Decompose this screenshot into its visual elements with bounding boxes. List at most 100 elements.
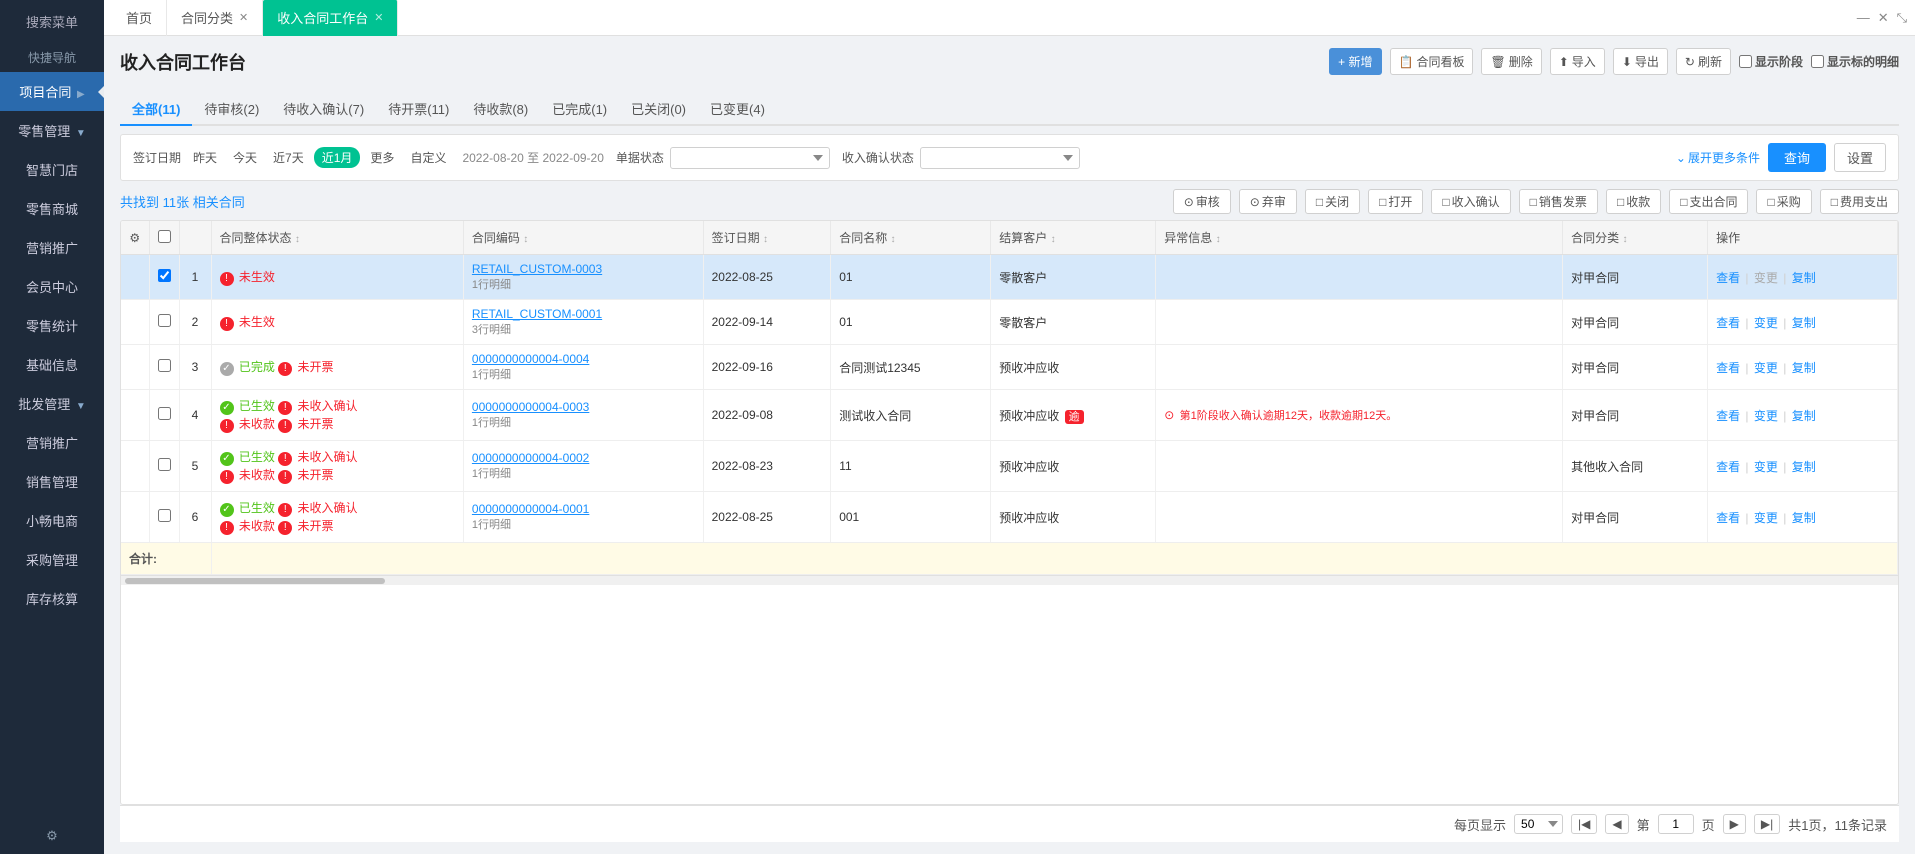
show-detail-input[interactable]	[1811, 55, 1824, 68]
cell-checkbox[interactable]	[149, 300, 179, 345]
col-exception[interactable]: 异常信息 ↕	[1156, 221, 1563, 255]
sidebar-item-purchase[interactable]: 采购管理	[0, 540, 104, 579]
sidebar-item-marketing2[interactable]: 营销推广	[0, 423, 104, 462]
col-settings[interactable]: ⚙	[121, 221, 149, 255]
row-checkbox[interactable]	[158, 458, 171, 471]
abandon-review-button[interactable]: ⊙ 弃审	[1239, 189, 1297, 214]
purchase-button[interactable]: □ 采购	[1756, 189, 1811, 214]
expense-out-button[interactable]: □ 费用支出	[1820, 189, 1899, 214]
expand-conditions-btn[interactable]: ⌄ 展开更多条件	[1676, 149, 1760, 166]
filter-tab-pending-confirm[interactable]: 待收入确认(7)	[271, 93, 376, 126]
window-expand-icon[interactable]: ⤡	[1897, 10, 1907, 26]
show-fields-input[interactable]	[1739, 55, 1752, 68]
copy-btn[interactable]: 复制	[1792, 271, 1816, 285]
settings-button[interactable]: 设置	[1834, 143, 1886, 172]
export-button[interactable]: ⬇ 导出	[1613, 48, 1668, 75]
filter-tab-all[interactable]: 全部(11)	[120, 93, 192, 126]
filter-tab-changed[interactable]: 已变更(4)	[698, 93, 777, 126]
copy-btn[interactable]: 复制	[1792, 316, 1816, 330]
change-btn[interactable]: 变更	[1754, 316, 1778, 330]
row-checkbox[interactable]	[158, 269, 171, 282]
sidebar-item-basic-info[interactable]: 基础信息	[0, 345, 104, 384]
contract-code-link[interactable]: 0000000000004-0001	[472, 502, 695, 516]
sidebar-item-marketing[interactable]: 营销推广	[0, 228, 104, 267]
cell-checkbox[interactable]	[149, 255, 179, 300]
open-button[interactable]: □ 打开	[1368, 189, 1423, 214]
col-name[interactable]: 合同名称 ↕	[831, 221, 991, 255]
date-btn-1month[interactable]: 近1月	[314, 147, 361, 168]
prev-page-btn[interactable]: ◀	[1605, 814, 1628, 834]
tab-home[interactable]: 首页	[112, 0, 167, 36]
page-number-input[interactable]	[1658, 814, 1694, 834]
next-page-btn[interactable]: ▶	[1723, 814, 1746, 834]
date-btn-yesterday[interactable]: 昨天	[187, 147, 223, 168]
sales-invoice-button[interactable]: □ 销售发票	[1519, 189, 1598, 214]
date-btn-custom[interactable]: 自定义	[404, 147, 452, 168]
date-btn-more[interactable]: 更多	[364, 147, 400, 168]
row-checkbox[interactable]	[158, 359, 171, 372]
copy-btn[interactable]: 复制	[1792, 460, 1816, 474]
query-button[interactable]: 查询	[1768, 143, 1826, 172]
filter-tab-completed[interactable]: 已完成(1)	[540, 93, 619, 126]
row-checkbox[interactable]	[158, 509, 171, 522]
close-icon[interactable]: ✕	[374, 11, 383, 24]
contract-code-link[interactable]: 0000000000004-0002	[472, 451, 695, 465]
view-btn[interactable]: 查看	[1716, 316, 1740, 330]
sidebar-item-ecommerce[interactable]: 小畅电商	[0, 501, 104, 540]
sidebar-item-retail-mgmt[interactable]: 零售管理 ▼	[0, 111, 104, 150]
first-page-btn[interactable]: |◀	[1571, 814, 1597, 834]
tab-income-workbench[interactable]: 收入合同工作台 ✕	[263, 0, 398, 36]
cell-checkbox[interactable]	[149, 345, 179, 390]
col-customer[interactable]: 结算客户 ↕	[991, 221, 1156, 255]
sidebar-item-wholesale[interactable]: 批发管理 ▼	[0, 384, 104, 423]
import-button[interactable]: ⬆ 导入	[1550, 48, 1605, 75]
copy-btn[interactable]: 复制	[1792, 409, 1816, 423]
filter-tab-closed[interactable]: 已关闭(0)	[619, 93, 698, 126]
window-close-icon[interactable]: ✕	[1878, 10, 1889, 26]
sidebar-search[interactable]: 搜索菜单	[0, 0, 104, 43]
col-checkbox[interactable]	[149, 221, 179, 255]
date-btn-today[interactable]: 今天	[227, 147, 263, 168]
change-btn[interactable]: 变更	[1754, 511, 1778, 525]
sidebar-item-inventory[interactable]: 库存核算	[0, 579, 104, 618]
review-button[interactable]: ⊙ 审核	[1173, 189, 1231, 214]
cell-checkbox[interactable]	[149, 492, 179, 543]
view-btn[interactable]: 查看	[1716, 271, 1740, 285]
col-status[interactable]: 合同整体状态 ↕	[211, 221, 463, 255]
scrollbar-thumb[interactable]	[125, 578, 385, 584]
income-confirm-button[interactable]: □ 收入确认	[1431, 189, 1510, 214]
contract-code-link[interactable]: 0000000000004-0003	[472, 400, 695, 414]
view-btn[interactable]: 查看	[1716, 511, 1740, 525]
change-btn[interactable]: 变更	[1754, 460, 1778, 474]
view-btn[interactable]: 查看	[1716, 460, 1740, 474]
row-checkbox[interactable]	[158, 314, 171, 327]
sidebar-item-member[interactable]: 会员中心	[0, 267, 104, 306]
view-btn[interactable]: 查看	[1716, 409, 1740, 423]
payment-button[interactable]: □ 收款	[1606, 189, 1661, 214]
show-detail-checkbox[interactable]: 显示标的明细	[1811, 53, 1899, 70]
sidebar-quick-nav[interactable]: 快捷导航	[0, 43, 104, 72]
date-btn-7days[interactable]: 近7天	[267, 147, 310, 168]
sidebar-item-project[interactable]: 项目合同 ▶	[0, 72, 104, 111]
sidebar-item-smart-store[interactable]: 智慧门店	[0, 150, 104, 189]
row-checkbox[interactable]	[158, 407, 171, 420]
contract-board-button[interactable]: 📋 合同看板	[1390, 48, 1474, 75]
per-page-select[interactable]: 50 10 20 100	[1514, 814, 1563, 834]
cell-checkbox[interactable]	[149, 441, 179, 492]
sidebar-item-retail-stat[interactable]: 零售统计	[0, 306, 104, 345]
confirm-status-select[interactable]	[920, 147, 1080, 169]
sidebar-settings-btn[interactable]: ⚙	[0, 818, 104, 854]
filter-tab-pending-review[interactable]: 待审核(2)	[192, 93, 271, 126]
tab-contract-cat[interactable]: 合同分类 ✕	[167, 0, 263, 36]
change-btn[interactable]: 变更	[1754, 409, 1778, 423]
filter-tab-pending-payment[interactable]: 待收款(8)	[461, 93, 540, 126]
copy-btn[interactable]: 复制	[1792, 511, 1816, 525]
col-category[interactable]: 合同分类 ↕	[1563, 221, 1708, 255]
show-fields-checkbox[interactable]: 显示阶段	[1739, 53, 1803, 70]
filter-tab-pending-invoice[interactable]: 待开票(11)	[376, 93, 461, 126]
sidebar-item-retail-mall[interactable]: 零售商城	[0, 189, 104, 228]
select-all-checkbox[interactable]	[158, 230, 171, 243]
close-button[interactable]: □ 关闭	[1305, 189, 1360, 214]
contract-code-link[interactable]: RETAIL_CUSTOM-0003	[472, 262, 695, 276]
delete-button[interactable]: 🗑 删除	[1481, 48, 1541, 75]
